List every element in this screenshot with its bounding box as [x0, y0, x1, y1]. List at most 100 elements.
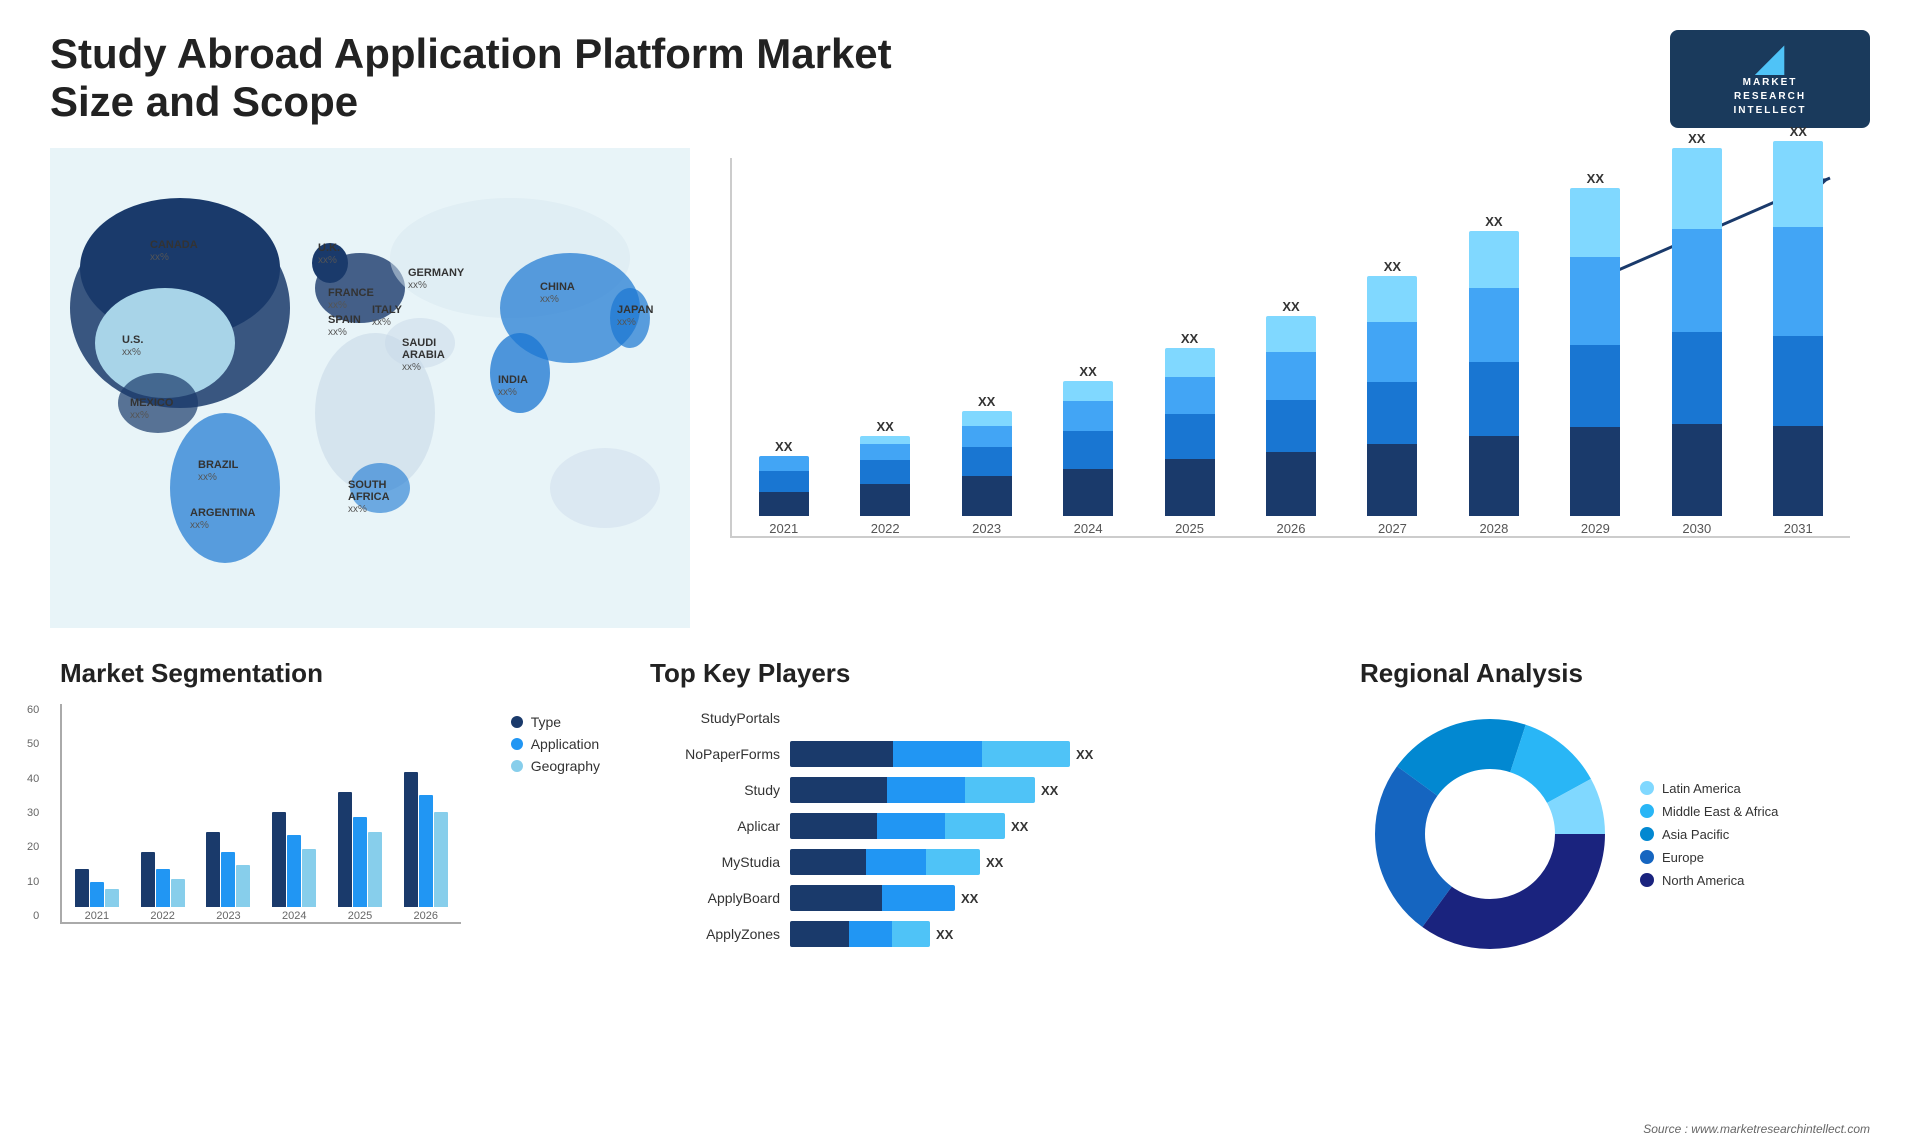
player-name-nopaperforms: NoPaperForms: [650, 746, 780, 762]
seg-bars-2025: [338, 792, 382, 907]
dot-europe: [1640, 850, 1654, 864]
bar-light-aplicar: [945, 813, 1005, 839]
label-india: INDIA: [498, 374, 528, 386]
bar-light-mystudia: [926, 849, 980, 875]
map-section: CANADA xx% U.S. xx% MEXICO xx% BRAZIL xx…: [50, 148, 690, 628]
xx-aplicar: XX: [1011, 819, 1028, 834]
legend-app: Application: [511, 736, 600, 752]
player-name-aplicar: Aplicar: [650, 818, 780, 834]
regional-legend: Latin America Middle East & Africa Asia …: [1640, 781, 1778, 888]
page: Study Abroad Application Platform Market…: [0, 0, 1920, 1146]
xx-2030: XX: [1688, 131, 1705, 146]
label-safrica2: AFRICA: [348, 491, 390, 503]
seg-bar-geo-2024: [302, 849, 316, 907]
legend-label-type: Type: [531, 714, 561, 730]
seg-chart-layout: 60 50 40 30 20 10 0: [60, 704, 600, 924]
player-name-applyzones: ApplyZones: [650, 926, 780, 942]
seg-bar-geo-2025: [368, 832, 382, 907]
sublabel-china: xx%: [540, 294, 559, 305]
seg-bars-2022: [141, 852, 185, 907]
player-row-applyboard: ApplyBoard XX: [650, 884, 1310, 912]
player-bar-inner-aplicar: [790, 813, 1005, 839]
world-map: CANADA xx% U.S. xx% MEXICO xx% BRAZIL xx…: [50, 148, 690, 628]
xx-study: XX: [1041, 783, 1058, 798]
year-2028: 2028: [1479, 521, 1508, 536]
player-bar-applyboard: XX: [790, 884, 1310, 912]
bar-2023: XX 2023: [940, 394, 1033, 536]
seg-year-2023: 2023: [216, 910, 240, 922]
seg-bar-app-2021: [90, 882, 104, 907]
seg-bars-2023: [206, 832, 250, 907]
year-2023: 2023: [972, 521, 1001, 536]
legend-asia-pacific: Asia Pacific: [1640, 827, 1778, 842]
label-us: U.S.: [122, 334, 143, 346]
stack-2022: [860, 436, 910, 516]
bar-2028: XX 2028: [1447, 214, 1540, 536]
bar-2022: XX 2022: [838, 419, 931, 536]
bar-light-nopaperforms: [982, 741, 1070, 767]
sublabel-canada: xx%: [150, 252, 169, 263]
bar-chart-bars: XX 2021 XX: [730, 158, 1850, 538]
xx-2029: XX: [1587, 171, 1604, 186]
label-asia-pacific: Asia Pacific: [1662, 827, 1729, 842]
year-2027: 2027: [1378, 521, 1407, 536]
y-50: 50: [27, 738, 39, 750]
bar-dark-applyboard: [790, 885, 882, 911]
seg-bar-type-2023: [206, 832, 220, 907]
player-row-aplicar: Aplicar XX: [650, 812, 1310, 840]
label-saudi2: ARABIA: [402, 349, 445, 361]
year-2026: 2026: [1277, 521, 1306, 536]
xx-2026: XX: [1282, 299, 1299, 314]
bar-2021: XX 2021: [737, 439, 830, 536]
seg-bar-type-2026: [404, 772, 418, 907]
year-2029: 2029: [1581, 521, 1610, 536]
label-latin-america: Latin America: [1662, 781, 1741, 796]
bar-2029: XX 2029: [1549, 171, 1642, 536]
dot-north-america: [1640, 873, 1654, 887]
seg-year-2025: 2025: [348, 910, 372, 922]
bar-mid-mystudia: [866, 849, 926, 875]
seg-group-2025: 2025: [330, 792, 390, 922]
player-row-nopaperforms: NoPaperForms XX: [650, 740, 1310, 768]
bar-2031: XX 2031: [1752, 124, 1845, 536]
xx-applyzones: XX: [936, 927, 953, 942]
dot-latin-america: [1640, 781, 1654, 795]
xx-mystudia: XX: [986, 855, 1003, 870]
label-argentina: ARGENTINA: [190, 507, 255, 519]
bar-mid-applyzones: [849, 921, 892, 947]
seg-bar-app-2024: [287, 835, 301, 907]
player-bar-inner-study: [790, 777, 1035, 803]
seg-bars-2021: [75, 869, 119, 907]
seg-bars-area: 60 50 40 30 20 10 0: [60, 704, 461, 924]
sublabel-germany: xx%: [408, 280, 427, 291]
segmentation-title: Market Segmentation: [60, 658, 600, 689]
label-japan: JAPAN: [617, 304, 654, 316]
player-bar-study: XX: [790, 776, 1310, 804]
page-title: Study Abroad Application Platform Market…: [50, 30, 950, 126]
sublabel-france: xx%: [328, 300, 347, 311]
xx-2024: XX: [1079, 364, 1096, 379]
seg-group-2024: 2024: [264, 812, 324, 922]
year-2021: 2021: [769, 521, 798, 536]
sublabel-japan: xx%: [617, 317, 636, 328]
label-italy: ITALY: [372, 304, 403, 316]
label-france: FRANCE: [328, 287, 374, 299]
donut-chart-svg: [1360, 704, 1620, 964]
bar-2027: XX 2027: [1346, 259, 1439, 536]
player-bar-studyportals: [790, 704, 1310, 732]
xx-2022: XX: [877, 419, 894, 434]
y-20: 20: [27, 841, 39, 853]
stack-2025: [1165, 348, 1215, 516]
player-bar-nopaperforms: XX: [790, 740, 1310, 768]
label-europe: Europe: [1662, 850, 1704, 865]
seg-group-2023: 2023: [199, 832, 259, 922]
seg-bar-groups: 2021 2022: [67, 704, 456, 922]
seg-year-2021: 2021: [85, 910, 109, 922]
label-north-america: North America: [1662, 873, 1744, 888]
player-name-applyboard: ApplyBoard: [650, 890, 780, 906]
label-brazil: BRAZIL: [198, 459, 239, 471]
bar-dark-nopaperforms: [790, 741, 893, 767]
legend-label-app: Application: [531, 736, 600, 752]
xx-2021: XX: [775, 439, 792, 454]
bar-chart-wrapper: XX 2021 XX: [730, 158, 1850, 578]
